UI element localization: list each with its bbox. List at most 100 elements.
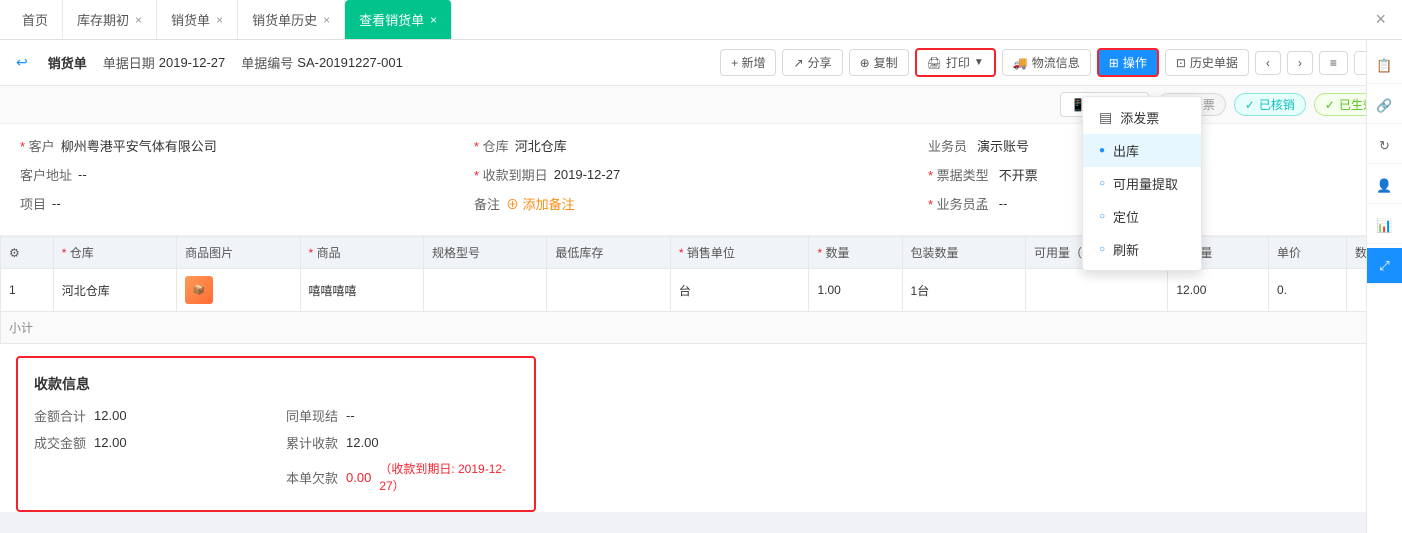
subtotal-label: 小计 (1, 312, 1402, 344)
tab-sales-history[interactable]: 销货单历史 × (238, 0, 345, 39)
operation-button[interactable]: ⊞ 操作 (1097, 48, 1159, 77)
customer-value[interactable]: 柳州粤港平安气体有限公司 (61, 136, 217, 155)
tab-sales-close[interactable]: × (216, 13, 223, 27)
available-icon: ○ (1099, 178, 1105, 189)
print-dropdown-icon: ▼ (974, 57, 984, 68)
history-button[interactable]: ⊡ 历史单据 (1165, 49, 1249, 76)
col-settings[interactable]: ⚙ (1, 237, 54, 269)
payment-date-field: 收款到期日 2019-12-27 (474, 165, 928, 184)
right-icon-1[interactable]: 📋 (1367, 48, 1402, 84)
remark-field: 备注 ⊕ 添加备注 (474, 194, 928, 213)
row-product[interactable]: 嘻嘻嘻嘻 (300, 269, 423, 312)
print-icon: 🖨 (927, 56, 942, 70)
window-close-btn[interactable]: × (1367, 9, 1394, 30)
payment-date-label: 收款到期日 (474, 165, 548, 184)
col-pack-qty: 包装数量 (902, 237, 1025, 269)
right-icon-4[interactable]: 👤 (1367, 168, 1402, 204)
tab-view-sales-close[interactable]: × (430, 13, 437, 27)
doc-date-item: 单据日期 2019-12-27 (103, 53, 226, 72)
warehouse-field: 仓库 河北仓库 (474, 136, 928, 155)
checked-tag[interactable]: ✓ 已核销 (1234, 93, 1306, 116)
due-label: 本单欠款 (286, 468, 338, 487)
staff-label: 业务员 (928, 136, 967, 155)
tab-view-sales[interactable]: 查看销货单 × (345, 0, 452, 39)
row-quantity: 1.00 (809, 269, 902, 312)
payment-title: 收款信息 (34, 374, 518, 394)
row-unit: 台 (670, 269, 809, 312)
product-thumbnail: 📦 (185, 276, 213, 304)
row-price: 0. (1269, 269, 1347, 312)
dropdown-add-invoice[interactable]: ▤ 添发票 (1083, 101, 1201, 134)
total-label: 金额合计 (34, 406, 86, 425)
doc-type-icon: ↩ (16, 54, 28, 71)
deal-amount-item: 成交金额 12.00 (34, 433, 266, 452)
effective-icon: ✓ (1325, 98, 1335, 112)
doc-date-label: 单据日期 (103, 53, 155, 72)
tab-sales-history-close[interactable]: × (323, 13, 330, 27)
share-button[interactable]: ↗ 分享 (782, 49, 842, 76)
project-label: 项目 (20, 194, 46, 213)
logistics-button[interactable]: 🚚 物流信息 (1002, 49, 1091, 76)
same-order-value: -- (346, 408, 355, 423)
customer-field: 客户 柳州粤港平安气体有限公司 (20, 136, 474, 155)
toolbar: + 新增 ↗ 分享 ⊕ 复制 🖨 打印 ▼ 🚚 物流信息 (720, 48, 1386, 77)
cumulative-item: 累计收款 12.00 (286, 433, 518, 452)
col-product: 商品 (300, 237, 423, 269)
dropdown-locate[interactable]: ○ 定位 (1083, 200, 1201, 233)
remark-label: 备注 (474, 194, 500, 213)
print-button[interactable]: 🖨 打印 ▼ (915, 48, 996, 77)
row-pack-qty: 1台 (902, 269, 1025, 312)
row-warehouse: 河北仓库 (53, 269, 176, 312)
right-icon-expand[interactable]: ⤢ (1367, 248, 1402, 284)
doc-type-label: 销货单 (48, 53, 87, 72)
total-value: 12.00 (94, 408, 127, 423)
dropdown-refresh[interactable]: ○ 刷新 (1083, 233, 1201, 266)
invoice-label: 票据类型 (928, 165, 989, 184)
next-button[interactable]: › (1287, 51, 1313, 75)
col-image: 商品图片 (177, 237, 300, 269)
tab-inventory-close[interactable]: × (135, 13, 142, 27)
warehouse-value[interactable]: 河北仓库 (515, 136, 567, 155)
total-amount-item: 金额合计 12.00 (34, 406, 266, 425)
row-index: 1 (1, 269, 54, 312)
doc-header: ↩ 销货单 单据日期 2019-12-27 单据编号 SA-20191227-0… (0, 40, 1402, 86)
remark-add-btn[interactable]: ⊕ 添加备注 (506, 194, 575, 213)
col-quantity: 数量 (809, 237, 902, 269)
right-icon-3[interactable]: ↻ (1367, 128, 1402, 164)
right-icon-5[interactable]: 📊 (1367, 208, 1402, 244)
checked-icon: ✓ (1245, 98, 1255, 112)
logistics-icon: 🚚 (1013, 56, 1028, 70)
copy-button[interactable]: ⊕ 复制 (849, 49, 909, 76)
staff-value: 演示账号 (977, 136, 1029, 155)
subtotal-row: 小计 (1, 312, 1402, 344)
same-order-label: 同单现结 (286, 406, 338, 425)
dropdown-available[interactable]: ○ 可用量提取 (1083, 167, 1201, 200)
prev-button[interactable]: ‹ (1255, 51, 1281, 75)
view1-button[interactable]: ≡ (1319, 51, 1348, 75)
invoice-value: 不开票 (999, 165, 1038, 184)
address-label: 客户地址 (20, 165, 72, 184)
tab-inventory[interactable]: 库存期初 × (63, 0, 157, 39)
deal-amount-value: 12.00 (94, 435, 127, 450)
same-order-item: 同单现结 -- (286, 406, 518, 425)
doc-number-label: 单据编号 (241, 53, 293, 72)
col-min-stock: 最低库存 (547, 237, 670, 269)
doc-meta: 单据日期 2019-12-27 单据编号 SA-20191227-001 (103, 53, 403, 72)
col-price: 单价 (1269, 237, 1347, 269)
tab-sales[interactable]: 销货单 × (157, 0, 238, 39)
dropdown-outbound[interactable]: ● 出库 (1083, 134, 1201, 167)
col-warehouse: 仓库 (53, 237, 176, 269)
tab-home[interactable]: 首页 (8, 0, 63, 39)
right-icon-2[interactable]: 🔗 (1367, 88, 1402, 124)
add-button[interactable]: + 新增 (720, 49, 776, 76)
plus-icon: ⊕ (506, 197, 519, 212)
share-icon: ↗ (793, 56, 803, 70)
outbound-icon: ● (1099, 145, 1105, 156)
sales-staff-label: 业务员孟 (928, 194, 989, 213)
tab-bar: 首页 库存期初 × 销货单 × 销货单历史 × 查看销货单 × × (0, 0, 1402, 40)
payment-date-value[interactable]: 2019-12-27 (554, 167, 621, 182)
address-value: -- (78, 167, 87, 182)
history-icon: ⊡ (1176, 56, 1186, 70)
doc-number-value: SA-20191227-001 (297, 55, 403, 70)
address-field: 客户地址 -- (20, 165, 474, 184)
